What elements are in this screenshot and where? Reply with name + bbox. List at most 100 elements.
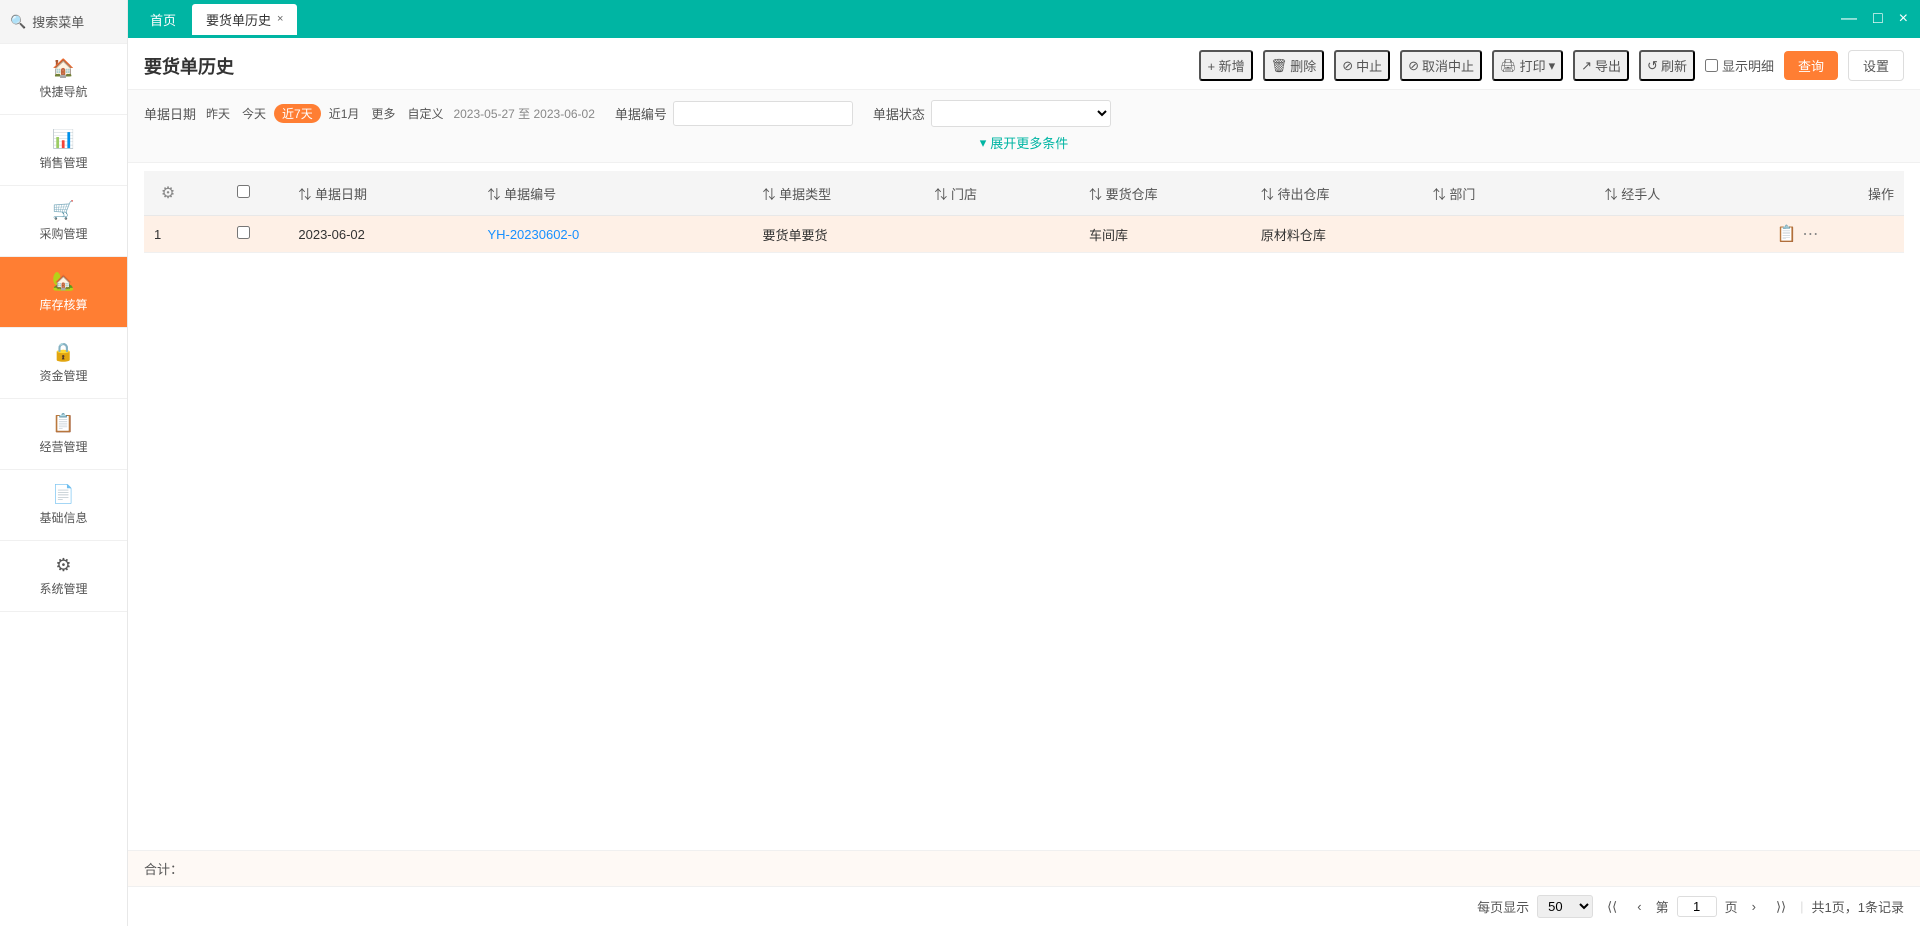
row-docno: YH-20230602-0 bbox=[477, 216, 752, 253]
col-docno-sort-icon[interactable]: ⇅ bbox=[487, 187, 500, 202]
sidebar-item-operations[interactable]: 📋 经营管理 bbox=[0, 399, 127, 470]
show-detail-label: 显示明细 bbox=[1722, 56, 1774, 75]
refresh-button[interactable]: ↺ 刷新 bbox=[1639, 50, 1695, 81]
new-button[interactable]: + 新增 bbox=[1199, 50, 1252, 81]
sidebar-label-inventory: 库存核算 bbox=[39, 296, 87, 313]
row-ops: 📋 ⋯ bbox=[1767, 216, 1905, 253]
show-detail-checkbox[interactable]: 显示明细 bbox=[1705, 56, 1774, 75]
print-button[interactable]: 🖨 打印 ▾ bbox=[1492, 50, 1563, 81]
table-settings-icon[interactable]: ⚙ bbox=[154, 179, 182, 207]
row-action-icons: 📋 ⋯ bbox=[1777, 224, 1895, 244]
page-first-btn[interactable]: ⟨⟨ bbox=[1601, 897, 1623, 917]
shortcut-1month[interactable]: 近1月 bbox=[325, 104, 364, 123]
tab-close-icon[interactable]: × bbox=[277, 13, 283, 25]
col-ops-header: 操作 bbox=[1767, 171, 1905, 216]
cancel-stop-icon: ⊘ bbox=[1408, 58, 1419, 74]
date-filter-group: 单据日期 昨天 今天 近7天 近1月 更多 自定义 2023-05-27 至 2… bbox=[144, 104, 595, 123]
total-records-label: 共1页，1条记录 bbox=[1812, 897, 1904, 916]
shortcut-more[interactable]: 更多 bbox=[367, 104, 399, 123]
row-docno-link[interactable]: YH-20230602-0 bbox=[487, 227, 579, 242]
col-pendwh-sort-icon[interactable]: ⇅ bbox=[1261, 187, 1274, 202]
sidebar-item-purchase[interactable]: 🛒 采购管理 bbox=[0, 186, 127, 257]
page-input[interactable] bbox=[1677, 896, 1717, 917]
window-maximize-icon[interactable]: □ bbox=[1869, 8, 1887, 30]
window-close-icon[interactable]: × bbox=[1895, 8, 1912, 30]
col-dept-sort-icon[interactable]: ⇅ bbox=[1433, 187, 1446, 202]
settings-button[interactable]: 设置 bbox=[1848, 50, 1904, 81]
delete-button[interactable]: 🗑 删除 bbox=[1263, 50, 1325, 81]
data-table: ⚙ ⇅ 单据日期 ⇅ 单据编号 bbox=[144, 171, 1904, 253]
col-checkbox-header bbox=[227, 171, 289, 216]
sidebar-item-quick-nav[interactable]: 🏠 快捷导航 bbox=[0, 44, 127, 115]
shortcut-custom[interactable]: 自定义 bbox=[403, 104, 447, 123]
shortcut-today[interactable]: 今天 bbox=[238, 104, 270, 123]
row-checkbox-cell bbox=[227, 216, 289, 253]
col-shop-sort-icon[interactable]: ⇅ bbox=[934, 187, 947, 202]
sidebar-label-sales: 销售管理 bbox=[39, 154, 87, 171]
doc-status-select[interactable] bbox=[931, 100, 1111, 127]
sidebar-label-finance: 资金管理 bbox=[39, 367, 87, 384]
shortcut-7days[interactable]: 近7天 bbox=[274, 104, 321, 123]
page-prev-btn[interactable]: ‹ bbox=[1631, 897, 1647, 916]
operations-icon: 📋 bbox=[52, 413, 74, 434]
page-last-btn[interactable]: ⟩⟩ bbox=[1770, 897, 1792, 917]
row-checkbox[interactable] bbox=[237, 226, 250, 239]
col-shop-header: ⇅ 门店 bbox=[924, 171, 1079, 216]
main-content: 首页 要货单历史 × — □ × 要货单历史 + 新增 🗑 删除 bbox=[128, 0, 1920, 926]
row-date: 2023-06-02 bbox=[288, 216, 477, 253]
col-handler-header: ⇅ 经手人 bbox=[1595, 171, 1767, 216]
pagination-bar: 每页显示 50 10 20 100 ⟨⟨ ‹ 第 页 › ⟩⟩ | 共1页，1条… bbox=[128, 886, 1920, 926]
page-next-btn[interactable]: › bbox=[1746, 897, 1762, 916]
status-filter-group: 单据状态 bbox=[873, 100, 1111, 127]
show-detail-input[interactable] bbox=[1705, 59, 1718, 72]
sidebar-label-basicinfo: 基础信息 bbox=[39, 509, 87, 526]
sidebar-search[interactable]: 🔍 搜索菜单 bbox=[0, 0, 127, 44]
cancel-stop-button[interactable]: ⊘ 取消中止 bbox=[1400, 50, 1482, 81]
sales-icon: 📊 bbox=[52, 129, 74, 150]
tab-home[interactable]: 首页 bbox=[136, 4, 190, 35]
tab-home-label: 首页 bbox=[150, 10, 176, 29]
sidebar-item-basicinfo[interactable]: 📄 基础信息 bbox=[0, 470, 127, 541]
tab-active[interactable]: 要货单历史 × bbox=[192, 4, 297, 35]
shortcut-yesterday[interactable]: 昨天 bbox=[202, 104, 234, 123]
sidebar-item-sales[interactable]: 📊 销售管理 bbox=[0, 115, 127, 186]
doc-no-input[interactable] bbox=[673, 101, 853, 126]
date-shortcuts: 昨天 今天 近7天 近1月 更多 自定义 bbox=[202, 104, 447, 123]
page-size-select[interactable]: 50 10 20 100 bbox=[1537, 895, 1593, 918]
doc-no-label: 单据编号 bbox=[615, 104, 667, 123]
row-view-icon[interactable]: 📋 bbox=[1777, 224, 1797, 244]
col-reqwh-sort-icon[interactable]: ⇅ bbox=[1089, 187, 1102, 202]
doc-date-label: 单据日期 bbox=[144, 104, 196, 123]
select-all-checkbox[interactable] bbox=[237, 185, 250, 198]
pagination-divider: | bbox=[1800, 899, 1803, 914]
stop-icon: ⊘ bbox=[1342, 58, 1353, 74]
sidebar-label-operations: 经营管理 bbox=[39, 438, 87, 455]
sidebar-label-purchase: 采购管理 bbox=[39, 225, 87, 242]
table-header-row: ⚙ ⇅ 单据日期 ⇅ 单据编号 bbox=[144, 171, 1904, 216]
sidebar-label-quick-nav: 快捷导航 bbox=[39, 83, 87, 100]
sidebar-search-label: 搜索菜单 bbox=[32, 12, 84, 31]
sidebar-item-system[interactable]: ⚙ 系统管理 bbox=[0, 541, 127, 612]
query-button[interactable]: 查询 bbox=[1784, 51, 1838, 80]
sidebar-item-inventory[interactable]: 🏡 库存核算 bbox=[0, 257, 127, 328]
table-row: 1 2023-06-02 YH-20230602-0 要货单要货 车间库 bbox=[144, 216, 1904, 253]
col-date-sort-icon[interactable]: ⇅ bbox=[298, 187, 311, 202]
window-minimize-icon[interactable]: — bbox=[1837, 8, 1861, 30]
col-type-header: ⇅ 单据类型 bbox=[752, 171, 924, 216]
stop-button[interactable]: ⊘ 中止 bbox=[1334, 50, 1390, 81]
page-suffix: 页 bbox=[1725, 897, 1738, 916]
filter-row-1: 单据日期 昨天 今天 近7天 近1月 更多 自定义 2023-05-27 至 2… bbox=[144, 100, 1904, 127]
col-type-sort-icon[interactable]: ⇅ bbox=[762, 187, 775, 202]
row-more-icon[interactable]: ⋯ bbox=[1802, 224, 1818, 244]
tabs-right-controls: — □ × bbox=[1837, 8, 1912, 30]
col-handler-sort-icon[interactable]: ⇅ bbox=[1605, 187, 1618, 202]
home-icon: 🏠 bbox=[52, 58, 74, 79]
row-type: 要货单要货 bbox=[752, 216, 924, 253]
page-content: 要货单历史 + 新增 🗑 删除 ⊘ 中止 ⊘ 取消中止 bbox=[128, 38, 1920, 926]
date-range-display: 2023-05-27 至 2023-06-02 bbox=[453, 105, 594, 122]
expand-more-btn[interactable]: ▾ 展开更多条件 bbox=[144, 133, 1904, 152]
sidebar-label-system: 系统管理 bbox=[39, 580, 87, 597]
export-button[interactable]: ↗ 导出 bbox=[1573, 50, 1629, 81]
system-icon: ⚙ bbox=[55, 555, 71, 576]
sidebar-item-finance[interactable]: 🔒 资金管理 bbox=[0, 328, 127, 399]
